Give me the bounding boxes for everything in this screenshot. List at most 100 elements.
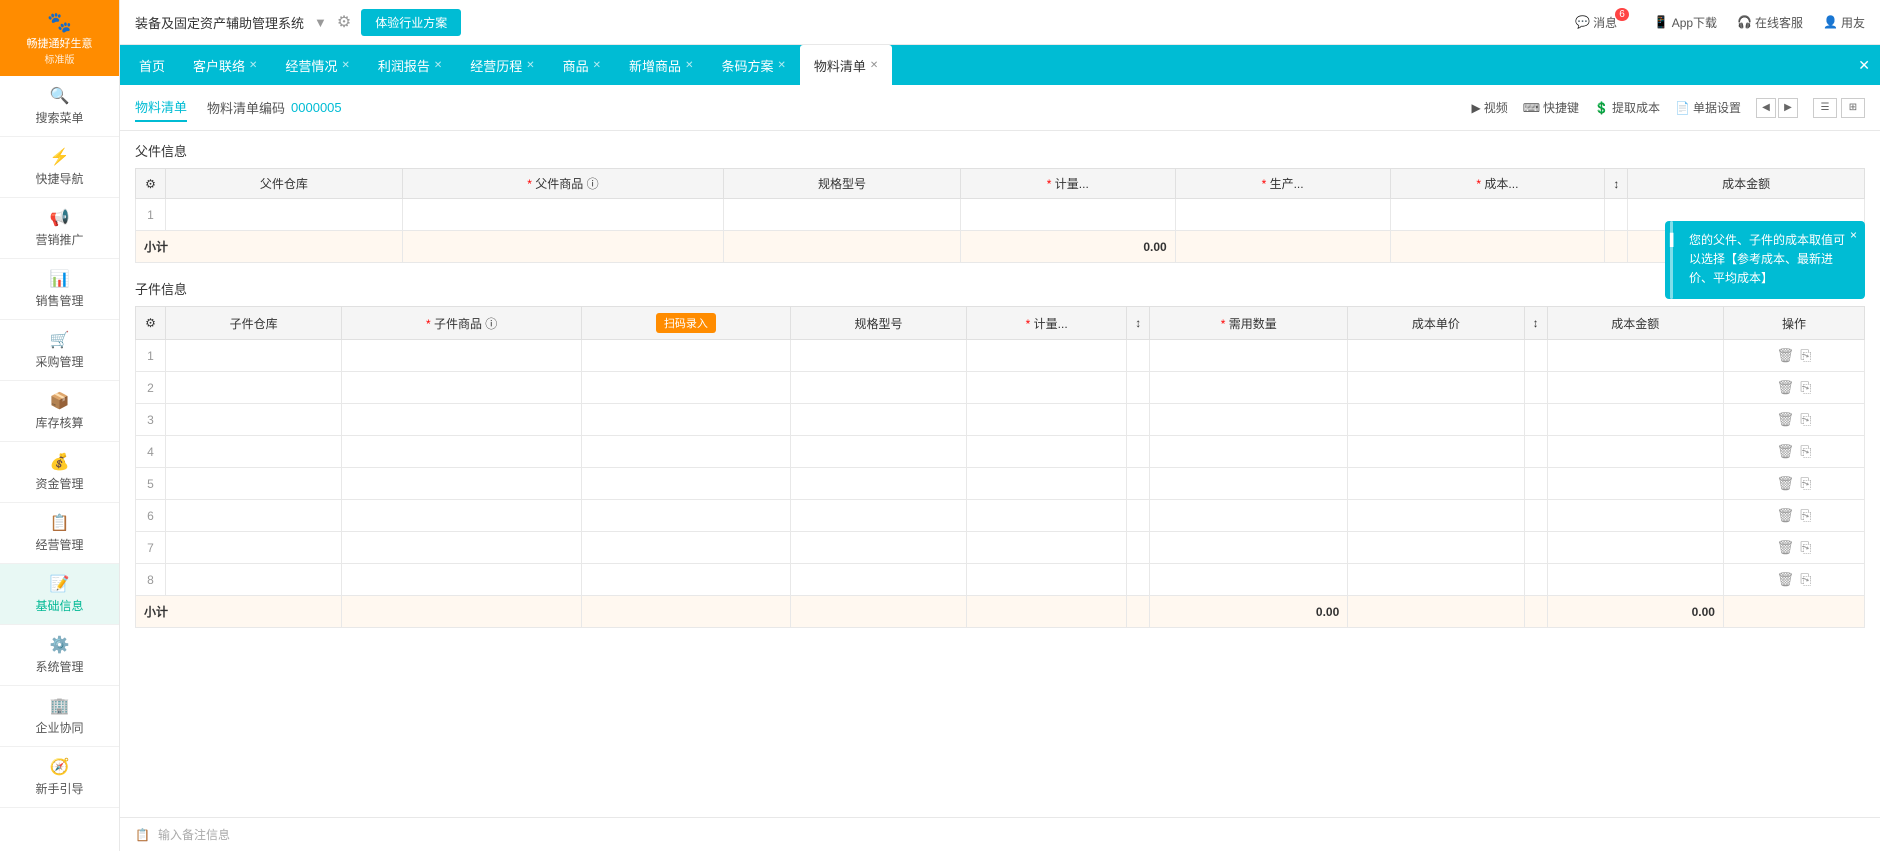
parent-spec-1[interactable] <box>724 199 961 231</box>
copy-icon-8[interactable]: ⎘ <box>1800 571 1811 588</box>
copy-icon-2[interactable]: ⎘ <box>1800 379 1811 396</box>
tab-bom[interactable]: 物料清单 ✕ <box>800 45 892 85</box>
child-spec-6[interactable] <box>790 500 966 532</box>
copy-icon-7[interactable]: ⎘ <box>1800 539 1811 556</box>
child-unit-6[interactable] <box>967 500 1127 532</box>
delete-icon-2[interactable]: 🗑 <box>1776 379 1794 396</box>
parent-production-1[interactable] <box>1175 199 1390 231</box>
child-goods-8[interactable] <box>342 564 582 596</box>
child-goods-7[interactable] <box>342 532 582 564</box>
parent-goods-1[interactable] <box>402 199 724 231</box>
arrow-right-btn[interactable]: ▶ <box>1778 98 1798 118</box>
child-unit-cost-1[interactable] <box>1348 340 1524 372</box>
scan-button[interactable]: 扫码录入 <box>656 313 716 333</box>
tab-close-barcode[interactable]: ✕ <box>777 60 785 71</box>
delete-icon-4[interactable]: 🗑 <box>1776 443 1794 460</box>
child-spec-2[interactable] <box>790 372 966 404</box>
child-unit-2[interactable] <box>967 372 1127 404</box>
child-warehouse-8[interactable] <box>166 564 342 596</box>
parent-unit-1[interactable] <box>960 199 1175 231</box>
child-unit-3[interactable] <box>967 404 1127 436</box>
extract-cost-btn[interactable]: 💲 提取成本 <box>1594 99 1660 116</box>
child-warehouse-5[interactable] <box>166 468 342 500</box>
sidebar-item-purchase[interactable]: 🛒 采购管理 <box>0 320 119 381</box>
message-item[interactable]: 💬 消息 6 <box>1575 14 1634 31</box>
child-spec-4[interactable] <box>790 436 966 468</box>
child-spec-7[interactable] <box>790 532 966 564</box>
child-th-settings[interactable]: ⚙ <box>136 307 166 340</box>
parent-warehouse-1[interactable] <box>166 199 403 231</box>
child-unit-8[interactable] <box>967 564 1127 596</box>
copy-icon-1[interactable]: ⎘ <box>1800 347 1811 364</box>
child-quantity-5[interactable] <box>1150 468 1348 500</box>
delete-icon-8[interactable]: 🗑 <box>1776 571 1794 588</box>
child-quantity-6[interactable] <box>1150 500 1348 532</box>
sidebar-item-sales[interactable]: 📊 销售管理 <box>0 259 119 320</box>
list-view-btn[interactable]: ☰ <box>1813 98 1837 118</box>
sidebar-item-quicknav[interactable]: ⚡ 快捷导航 <box>0 137 119 198</box>
child-goods-5[interactable] <box>342 468 582 500</box>
trial-button[interactable]: 体验行业方案 <box>361 9 461 36</box>
child-unit-7[interactable] <box>967 532 1127 564</box>
single-setting-btn[interactable]: 📄 单据设置 <box>1675 99 1741 116</box>
nav-close-all-btn[interactable]: ✕ <box>1853 57 1875 74</box>
delete-icon-5[interactable]: 🗑 <box>1776 475 1794 492</box>
child-unit-5[interactable] <box>967 468 1127 500</box>
app-download-item[interactable]: 📱 App下载 <box>1654 14 1717 31</box>
child-warehouse-1[interactable] <box>166 340 342 372</box>
child-warehouse-3[interactable] <box>166 404 342 436</box>
child-goods-3[interactable] <box>342 404 582 436</box>
child-goods-4[interactable] <box>342 436 582 468</box>
online-service-item[interactable]: 🎧 在线客服 <box>1737 14 1803 31</box>
sidebar-item-inventory[interactable]: 📦 库存核算 <box>0 381 119 442</box>
tab-goods[interactable]: 商品 ✕ <box>549 45 615 85</box>
child-quantity-1[interactable] <box>1150 340 1348 372</box>
sidebar-item-enterprise[interactable]: 🏢 企业协同 <box>0 686 119 747</box>
video-btn[interactable]: ▶ 视频 <box>1471 99 1507 116</box>
child-warehouse-7[interactable] <box>166 532 342 564</box>
sidebar-item-operations[interactable]: 📋 经营管理 <box>0 503 119 564</box>
tab-new-goods[interactable]: 新增商品 ✕ <box>615 45 707 85</box>
child-unit-cost-6[interactable] <box>1348 500 1524 532</box>
parent-th-settings[interactable]: ⚙ <box>136 169 166 199</box>
tab-close-profit[interactable]: ✕ <box>434 60 442 71</box>
tab-close-customer[interactable]: ✕ <box>249 60 257 71</box>
child-goods-6[interactable] <box>342 500 582 532</box>
sidebar-item-marketing[interactable]: 📢 营销推广 <box>0 198 119 259</box>
tab-history[interactable]: 经营历程 ✕ <box>456 45 548 85</box>
tab-barcode[interactable]: 条码方案 ✕ <box>707 45 799 85</box>
sidebar-item-finance[interactable]: 💰 资金管理 <box>0 442 119 503</box>
child-unit-cost-5[interactable] <box>1348 468 1524 500</box>
child-spec-3[interactable] <box>790 404 966 436</box>
user-item[interactable]: 👤 用友 <box>1823 14 1865 31</box>
shortcut-btn[interactable]: ⌨ 快捷键 <box>1523 99 1579 116</box>
child-spec-5[interactable] <box>790 468 966 500</box>
tab-profit[interactable]: 利润报告 ✕ <box>364 45 456 85</box>
child-quantity-7[interactable] <box>1150 532 1348 564</box>
child-warehouse-2[interactable] <box>166 372 342 404</box>
child-goods-1[interactable] <box>342 340 582 372</box>
tooltip-close-btn[interactable]: × <box>1850 226 1857 245</box>
copy-icon-6[interactable]: ⎘ <box>1800 507 1811 524</box>
child-spec-1[interactable] <box>790 340 966 372</box>
sidebar-item-basic[interactable]: 📝 基础信息 <box>0 564 119 625</box>
sidebar-item-search[interactable]: 🔍 搜索菜单 <box>0 76 119 137</box>
sub-tab-bom-list[interactable]: 物料清单 <box>135 93 187 122</box>
child-unit-cost-3[interactable] <box>1348 404 1524 436</box>
delete-icon-6[interactable]: 🗑 <box>1776 507 1794 524</box>
delete-icon-1[interactable]: 🗑 <box>1776 347 1794 364</box>
child-quantity-4[interactable] <box>1150 436 1348 468</box>
tab-close-new-goods[interactable]: ✕ <box>685 60 693 71</box>
tab-operations[interactable]: 经营情况 ✕ <box>271 45 363 85</box>
child-unit-1[interactable] <box>967 340 1127 372</box>
child-unit-cost-2[interactable] <box>1348 372 1524 404</box>
tab-home[interactable]: 首页 <box>125 45 179 85</box>
copy-icon-5[interactable]: ⎘ <box>1800 475 1811 492</box>
parent-cost-1[interactable] <box>1390 199 1605 231</box>
tab-customer[interactable]: 客户联络 ✕ <box>179 45 271 85</box>
copy-icon-3[interactable]: ⎘ <box>1800 411 1811 428</box>
tab-close-goods[interactable]: ✕ <box>593 60 601 71</box>
child-quantity-3[interactable] <box>1150 404 1348 436</box>
child-unit-cost-4[interactable] <box>1348 436 1524 468</box>
tab-close-history[interactable]: ✕ <box>526 60 534 71</box>
